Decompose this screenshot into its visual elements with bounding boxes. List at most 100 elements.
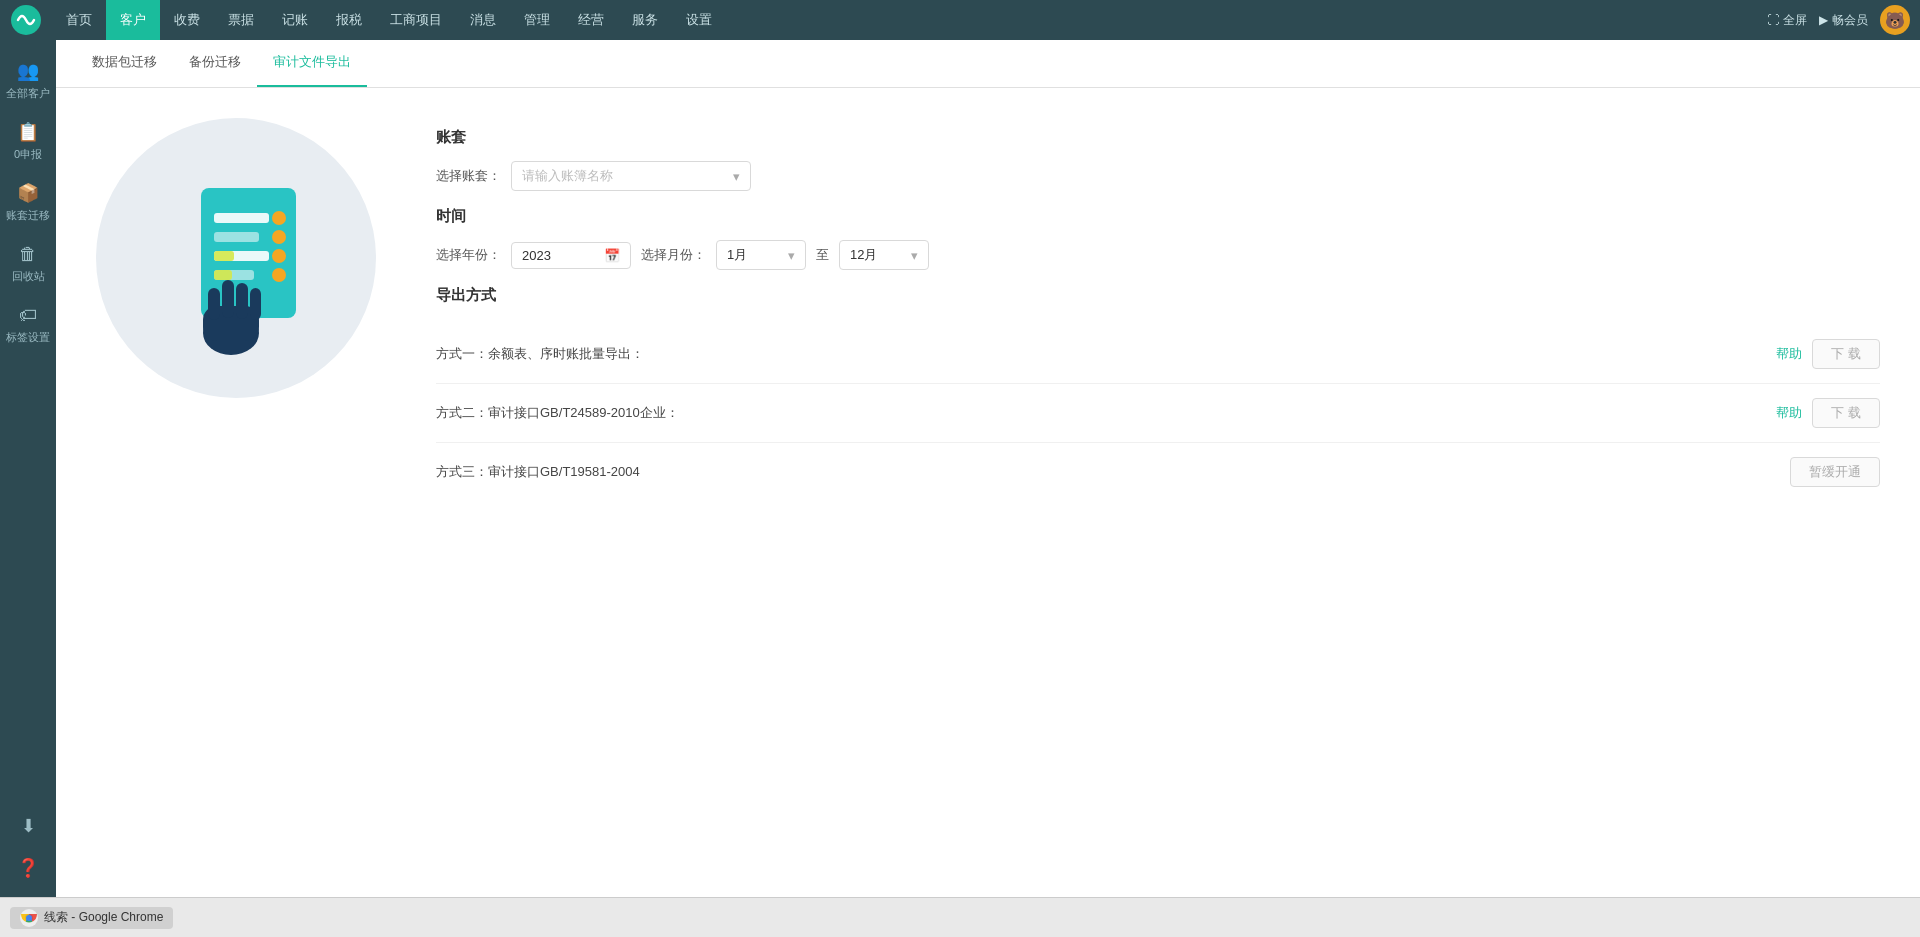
svg-rect-10: [214, 251, 234, 261]
trash-icon: 🗑: [17, 243, 39, 265]
month-to-value: 12月: [850, 246, 877, 264]
chevron-down-icon-2: ▾: [788, 248, 795, 263]
export-method-label-1: 方式二：审计接口GB/T24589-2010企业：: [436, 404, 1766, 422]
svg-rect-15: [222, 280, 234, 318]
report-icon: 📋: [17, 121, 39, 143]
export-method-label-2: 方式三：审计接口GB/T19581-2004: [436, 463, 1780, 481]
help-link-1[interactable]: 帮助: [1776, 404, 1802, 422]
tab-数据包迁移[interactable]: 数据包迁移: [76, 40, 173, 87]
svg-point-20: [26, 915, 32, 921]
sidebar-label-标签设置: 标签设置: [6, 330, 50, 345]
account-placeholder: 请输入账簿名称: [522, 167, 613, 185]
sidebar-item-标签设置[interactable]: 🏷 标签设置: [0, 294, 56, 355]
sidebar-bottom: ⬇ ❓: [17, 807, 39, 897]
month-from-value: 1月: [727, 246, 747, 264]
fullscreen-icon: ⛶: [1767, 13, 1779, 27]
fullscreen-btn[interactable]: ⛶ 全屏: [1767, 12, 1807, 29]
nav-item-收费[interactable]: 收费: [160, 0, 214, 40]
nav-item-工商项目[interactable]: 工商项目: [376, 0, 456, 40]
nav-item-消息[interactable]: 消息: [456, 0, 510, 40]
sidebar-item-0申报[interactable]: 📋 0申报: [0, 111, 56, 172]
taskbar: 线索 - Google Chrome: [0, 897, 1920, 937]
page-content: 账套 选择账套： 请输入账簿名称 ▾ 时间 选择年份： 2023: [56, 88, 1920, 897]
svg-rect-14: [208, 288, 220, 320]
chevron-down-icon: ▾: [733, 169, 740, 184]
member-btn[interactable]: ▶ 畅会员: [1819, 12, 1868, 29]
taskbar-chrome-label: 线索 - Google Chrome: [44, 909, 163, 926]
tab-审计文件导出[interactable]: 审计文件导出: [257, 40, 367, 87]
sidebar-label-全部客户: 全部客户: [6, 86, 50, 101]
sidebar-item-账套迁移[interactable]: 📦 账套迁移: [0, 172, 56, 233]
export-row-0: 方式一：余额表、序时账批量导出： 帮助下 载: [436, 325, 1880, 384]
tag-icon: 🏷: [17, 304, 39, 326]
btn-download-1[interactable]: 下 载: [1812, 398, 1880, 428]
nav-item-服务[interactable]: 服务: [618, 0, 672, 40]
form-area: 账套 选择账套： 请输入账簿名称 ▾ 时间 选择年份： 2023: [436, 118, 1880, 501]
tabs-bar: 数据包迁移备份迁移审计文件导出: [56, 40, 1920, 88]
sidebar-label-账套迁移: 账套迁移: [6, 208, 50, 223]
btn-soon-2[interactable]: 暂缓开通: [1790, 457, 1880, 487]
time-section-title: 时间: [436, 207, 1880, 226]
nav-items: 首页客户收费票据记账报税工商项目消息管理经营服务设置: [52, 0, 1767, 40]
sidebar-label-回收站: 回收站: [12, 269, 45, 284]
main-layout: 👥 全部客户 📋 0申报 📦 账套迁移 🗑 回收站 🏷 标签设置 ⬇ ❓ 数据包迁移备份迁移审计文…: [0, 40, 1920, 897]
nav-item-客户[interactable]: 客户: [106, 0, 160, 40]
month-to-select[interactable]: 12月 ▾: [839, 240, 929, 270]
nav-item-首页[interactable]: 首页: [52, 0, 106, 40]
nav-item-管理[interactable]: 管理: [510, 0, 564, 40]
nav-item-报税[interactable]: 报税: [322, 0, 376, 40]
svg-point-8: [272, 249, 286, 263]
content-area: 数据包迁移备份迁移审计文件导出: [56, 40, 1920, 897]
export-section-title: 导出方式: [436, 286, 1880, 305]
export-method-label-0: 方式一：余额表、序时账批量导出：: [436, 345, 1766, 363]
sidebar-bottom-icon-1[interactable]: ⬇: [17, 807, 39, 845]
sidebar-bottom-icon-2[interactable]: ❓: [17, 849, 39, 887]
tab-备份迁移[interactable]: 备份迁移: [173, 40, 257, 87]
account-label: 选择账套：: [436, 167, 501, 185]
illustration: [96, 118, 376, 398]
taskbar-chrome[interactable]: 线索 - Google Chrome: [10, 907, 173, 929]
nav-item-票据[interactable]: 票据: [214, 0, 268, 40]
nav-item-设置[interactable]: 设置: [672, 0, 726, 40]
export-row-1: 方式二：审计接口GB/T24589-2010企业： 帮助下 载: [436, 384, 1880, 443]
svg-point-9: [272, 268, 286, 282]
month-from-select[interactable]: 1月 ▾: [716, 240, 806, 270]
svg-point-6: [272, 211, 286, 225]
people-icon: 👥: [17, 60, 39, 82]
account-section-title: 账套: [436, 128, 1880, 147]
to-text: 至: [816, 246, 829, 264]
member-label: 畅会员: [1832, 12, 1868, 29]
play-icon: ▶: [1819, 13, 1828, 27]
nav-right: ⛶ 全屏 ▶ 畅会员 🐻: [1767, 5, 1910, 35]
sidebar: 👥 全部客户 📋 0申报 📦 账套迁移 🗑 回收站 🏷 标签设置 ⬇ ❓: [0, 40, 56, 897]
month-label: 选择月份：: [641, 246, 706, 264]
app-logo: [10, 4, 42, 36]
export-methods: 方式一：余额表、序时账批量导出：帮助下 载方式二：审计接口GB/T24589-2…: [436, 325, 1880, 501]
year-label: 选择年份：: [436, 246, 501, 264]
nav-item-记账[interactable]: 记账: [268, 0, 322, 40]
export-row-2: 方式三：审计接口GB/T19581-2004 暂缓开通: [436, 443, 1880, 501]
year-select[interactable]: 2023 📅: [511, 242, 631, 269]
main-panel: 账套 选择账套： 请输入账簿名称 ▾ 时间 选择年份： 2023: [96, 118, 1880, 501]
svg-rect-2: [214, 213, 269, 223]
svg-rect-3: [214, 232, 259, 242]
nav-item-经营[interactable]: 经营: [564, 0, 618, 40]
sidebar-item-全部客户[interactable]: 👥 全部客户: [0, 50, 56, 111]
calendar-icon: 📅: [604, 248, 620, 263]
help-link-0[interactable]: 帮助: [1776, 345, 1802, 363]
btn-download-0[interactable]: 下 载: [1812, 339, 1880, 369]
help-circle-icon: ❓: [17, 857, 39, 879]
fullscreen-label: 全屏: [1783, 12, 1807, 29]
sidebar-label-0申报: 0申报: [14, 147, 42, 162]
svg-point-7: [272, 230, 286, 244]
sidebar-item-回收站[interactable]: 🗑 回收站: [0, 233, 56, 294]
account-row: 选择账套： 请输入账簿名称 ▾: [436, 161, 1880, 191]
user-avatar[interactable]: 🐻: [1880, 5, 1910, 35]
account-select[interactable]: 请输入账簿名称 ▾: [511, 161, 751, 191]
svg-rect-16: [236, 283, 248, 319]
migrate-icon: 📦: [17, 182, 39, 204]
chrome-icon: [20, 909, 38, 927]
svg-rect-11: [214, 270, 232, 280]
download-icon: ⬇: [21, 815, 36, 837]
svg-rect-17: [250, 288, 261, 320]
